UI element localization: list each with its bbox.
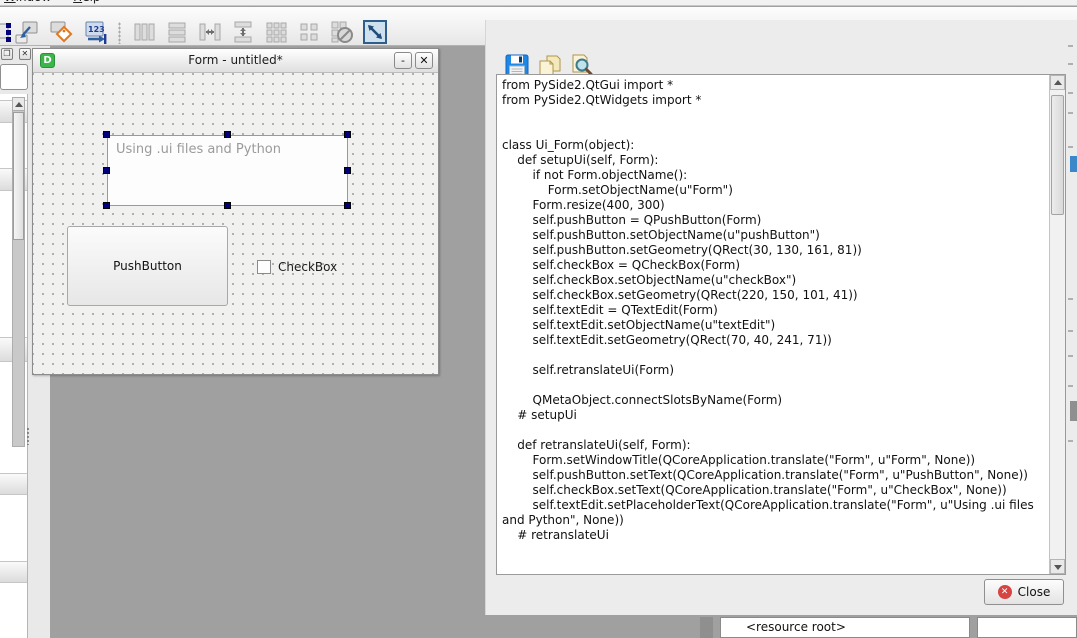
layout-vertical-splitter-icon[interactable] xyxy=(231,20,255,44)
right-panel-sliver xyxy=(1068,385,1073,387)
widgetbox-category-header[interactable] xyxy=(0,561,28,583)
selection-handle[interactable] xyxy=(344,131,351,138)
selection-handle[interactable] xyxy=(103,202,110,209)
layout-horizontally-icon[interactable] xyxy=(132,20,156,44)
selection-handle[interactable] xyxy=(103,131,110,138)
right-panel-sliver xyxy=(1068,45,1073,47)
view-python-code-dialog: from PySide2.QtGui import * from PySide2… xyxy=(485,20,1077,615)
dock-close-icon[interactable]: ✕ xyxy=(19,48,31,60)
form-window-titlebar[interactable]: D Form - untitled* - ✕ xyxy=(33,49,438,73)
text-edit-widget[interactable]: Using .ui files and Python xyxy=(107,135,348,206)
right-panel-sliver xyxy=(1068,63,1073,65)
edit-signals-slots-icon[interactable] xyxy=(15,20,39,44)
selection-handle[interactable] xyxy=(344,167,351,174)
break-layout-icon[interactable] xyxy=(330,20,354,44)
edit-tab-order-icon[interactable]: 123 xyxy=(84,20,108,44)
right-panel-sliver xyxy=(1068,146,1073,148)
right-panel-scroll-thumb xyxy=(1070,401,1077,421)
selection-handle[interactable] xyxy=(344,202,351,209)
toolbar-separator xyxy=(118,22,121,44)
code-view-frame: from PySide2.QtGui import * from PySide2… xyxy=(496,74,1066,575)
scrollbar-thumb[interactable] xyxy=(13,112,24,240)
form-window-title: Form - untitled* xyxy=(33,53,438,67)
form-editor-window: D Form - untitled* - ✕ Using .ui files a… xyxy=(32,48,439,375)
resource-root-item[interactable]: <resource root> xyxy=(746,620,846,634)
selection-handle[interactable] xyxy=(103,167,110,174)
right-panel-sliver xyxy=(1068,355,1073,357)
qt-designer-screen: Window Help xyxy=(0,0,1077,638)
right-panel-sliver xyxy=(1068,92,1073,94)
edit-buddies-icon[interactable] xyxy=(50,20,74,44)
layout-horizontal-splitter-icon[interactable] xyxy=(198,20,222,44)
close-window-button[interactable]: ✕ xyxy=(415,52,433,69)
bottom-splitter-block xyxy=(700,617,713,638)
resource-preview-panel xyxy=(977,617,1077,638)
layout-grid-icon[interactable] xyxy=(264,20,288,44)
selection-handle[interactable] xyxy=(224,131,231,138)
check-box-widget[interactable]: CheckBox xyxy=(257,259,337,275)
checkbox-label: CheckBox xyxy=(278,260,337,274)
widgetbox-category-header[interactable] xyxy=(0,473,28,495)
code-scrollbar[interactable] xyxy=(1049,75,1065,574)
right-panel-sliver xyxy=(1068,112,1073,114)
form-canvas[interactable]: Using .ui files and Python PushButton Ch… xyxy=(33,73,438,374)
widget-box-list[interactable] xyxy=(0,94,28,638)
dock-titlebar-buttons: ❐ ✕ xyxy=(1,48,33,62)
close-dialog-button[interactable]: ✕ Close xyxy=(984,579,1064,605)
minimize-button[interactable]: - xyxy=(394,52,412,69)
menu-window[interactable]: Window xyxy=(4,0,51,4)
right-panel-sliver xyxy=(1068,440,1073,442)
layout-form-icon[interactable] xyxy=(297,20,321,44)
widget-box-scrollbar[interactable] xyxy=(12,97,25,447)
close-button-label: Close xyxy=(1018,585,1051,599)
push-button-widget[interactable]: PushButton xyxy=(67,226,228,306)
menu-help[interactable]: Help xyxy=(73,0,100,4)
layout-vertically-icon[interactable] xyxy=(165,20,189,44)
resource-browser-panel: <resource root> xyxy=(720,617,970,638)
generated-python-code[interactable]: from PySide2.QtGui import * from PySide2… xyxy=(497,75,1049,574)
scroll-up-icon[interactable] xyxy=(1050,75,1065,90)
scroll-down-icon[interactable] xyxy=(1050,559,1065,574)
dock-splitter-grip[interactable] xyxy=(26,427,30,445)
adjust-size-icon[interactable] xyxy=(363,20,387,44)
svg-text:123: 123 xyxy=(88,25,105,34)
edit-widgets-icon[interactable] xyxy=(0,20,12,44)
menu-bar: Window Help xyxy=(0,0,1077,6)
right-panel-sliver xyxy=(1068,298,1073,300)
close-icon: ✕ xyxy=(998,585,1012,599)
widget-filter-input[interactable] xyxy=(0,64,28,90)
right-panel-selected-item xyxy=(1070,156,1077,172)
scroll-up-icon[interactable] xyxy=(13,98,24,111)
selection-handle[interactable] xyxy=(224,202,231,209)
scrollbar-thumb[interactable] xyxy=(1051,95,1064,215)
dock-float-icon[interactable]: ❐ xyxy=(1,48,13,60)
checkbox-indicator[interactable] xyxy=(257,260,271,274)
right-panel-sliver xyxy=(1068,330,1073,332)
